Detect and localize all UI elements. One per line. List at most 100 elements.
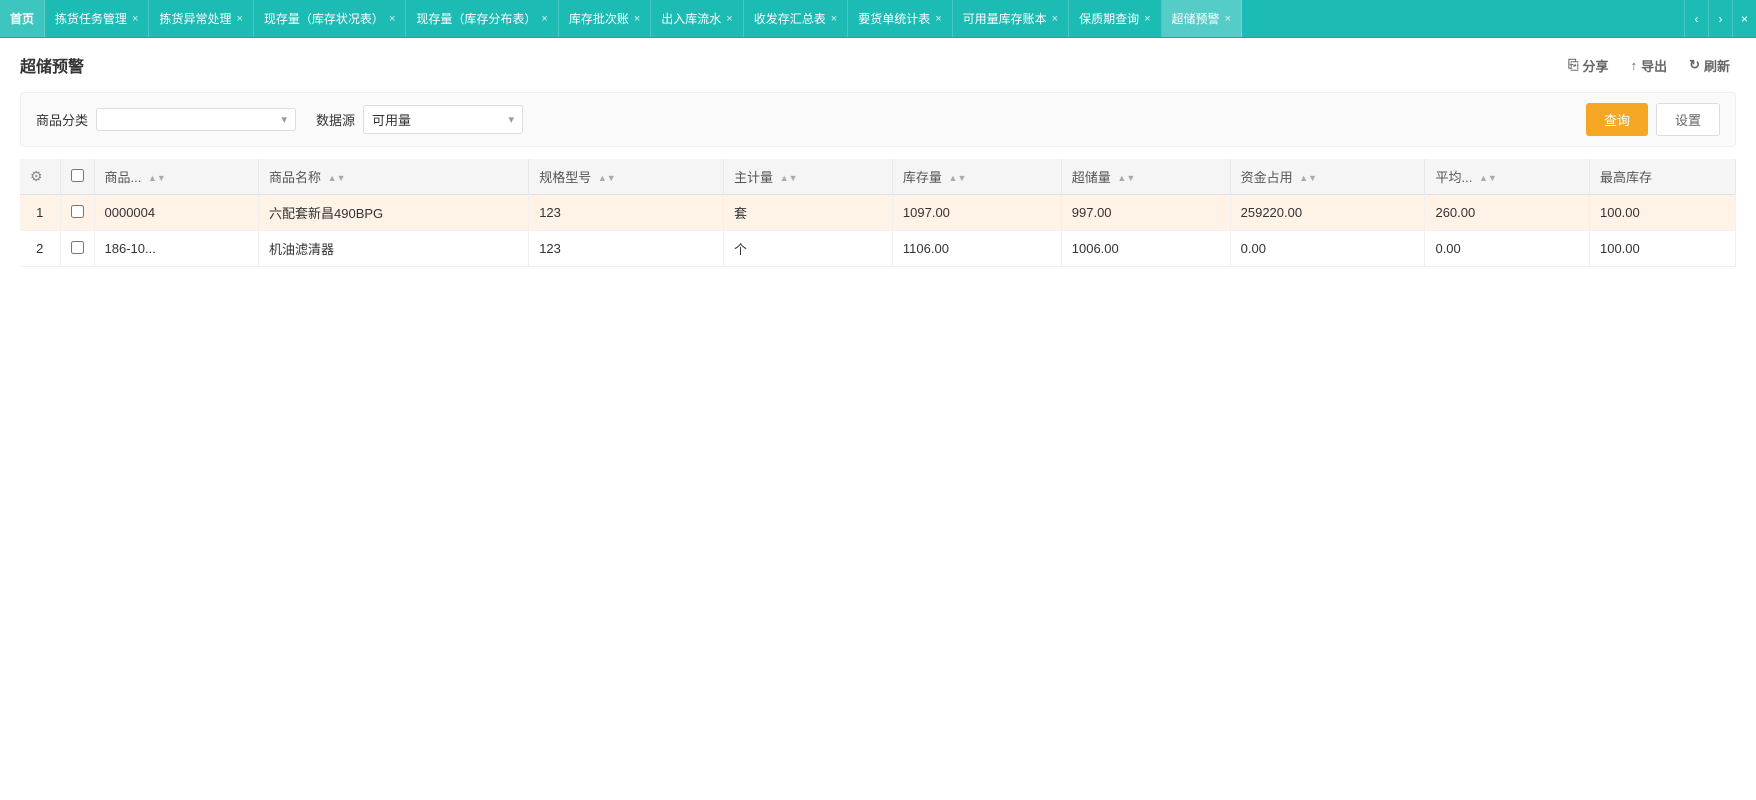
th-unit[interactable]: 主计量 ▲▼ — [724, 159, 893, 195]
nav-tab-available-label: 可用量库存账本 — [963, 10, 1047, 27]
th-overstock-label: 超储量 — [1072, 170, 1111, 185]
th-capital[interactable]: 资金占用 ▲▼ — [1230, 159, 1425, 195]
nav-tab-task[interactable]: 拣货任务管理 × — [45, 0, 149, 38]
nav-tab-abnormal[interactable]: 拣货异常处理 × — [149, 0, 253, 38]
share-icon: ⎘ — [1568, 57, 1578, 73]
sort-arrows-stock[interactable]: ▲▼ — [949, 174, 967, 183]
nav-tab-quality[interactable]: 保质期查询 × — [1069, 0, 1161, 38]
nav-tab-inout-close[interactable]: × — [726, 13, 732, 25]
row-max-stock-0: 100.00 — [1589, 195, 1735, 231]
nav-tab-abnormal-label: 拣货异常处理 — [159, 10, 231, 27]
page-actions: ⎘ 分享 ↑ 导出 ↻ 刷新 — [1562, 54, 1736, 77]
sort-arrows-avg[interactable]: ▲▼ — [1479, 174, 1497, 183]
export-label: 导出 — [1641, 56, 1667, 75]
th-settings: ⚙ — [20, 159, 60, 195]
th-overstock[interactable]: 超储量 ▲▼ — [1061, 159, 1230, 195]
page-content: 超储预警 ⎘ 分享 ↑ 导出 ↻ 刷新 商品分类 ▾ 数据源 — [0, 38, 1756, 282]
th-unit-label: 主计量 — [734, 170, 773, 185]
settings-button[interactable]: 设置 — [1656, 103, 1720, 136]
row-unit-1: 个 — [724, 231, 893, 267]
nav-tab-summary-label: 收发存汇总表 — [754, 10, 826, 27]
nav-tab-stock-status-close[interactable]: × — [389, 13, 395, 25]
nav-tab-stock-dist[interactable]: 现存量（库存分布表） × — [406, 0, 558, 38]
select-all-checkbox[interactable] — [71, 169, 84, 182]
nav-tab-available-close[interactable]: × — [1052, 13, 1058, 25]
gear-icon[interactable]: ⚙ — [30, 168, 43, 184]
nav-tab-abnormal-close[interactable]: × — [236, 13, 242, 25]
sort-arrows-overstock[interactable]: ▲▼ — [1117, 174, 1135, 183]
nav-tab-order-stats-label: 要货单统计表 — [858, 10, 930, 27]
datasource-value: 可用量 — [372, 110, 411, 129]
nav-tab-task-close[interactable]: × — [132, 13, 138, 25]
th-max-stock-label: 最高库存 — [1600, 170, 1652, 185]
nav-arrow-close[interactable]: × — [1732, 0, 1756, 38]
top-nav: 首页 拣货任务管理 × 拣货异常处理 × 现存量（库存状况表） × 现存量（库存… — [0, 0, 1756, 38]
export-button[interactable]: ↑ 导出 — [1625, 54, 1674, 77]
row-select-checkbox-1[interactable] — [71, 241, 84, 254]
filter-row: 商品分类 ▾ 数据源 可用量 ▾ 查询 设置 — [20, 92, 1736, 147]
page-title: 超储预警 — [20, 53, 84, 77]
nav-tab-home[interactable]: 首页 — [0, 0, 45, 38]
sort-arrows-product-code[interactable]: ▲▼ — [148, 174, 166, 183]
nav-tab-inout-label: 出入库流水 — [661, 10, 721, 27]
th-avg-label: 平均... — [1435, 170, 1472, 185]
nav-tab-overstock[interactable]: 超储预警 × — [1162, 0, 1242, 38]
th-product-name[interactable]: 商品名称 ▲▼ — [259, 159, 529, 195]
row-index-1: 2 — [20, 231, 60, 267]
row-select-checkbox-0[interactable] — [71, 205, 84, 218]
nav-tab-task-label: 拣货任务管理 — [55, 10, 127, 27]
sort-arrows-unit[interactable]: ▲▼ — [780, 174, 798, 183]
share-button[interactable]: ⎘ 分享 — [1562, 54, 1614, 77]
nav-arrow-left[interactable]: ‹ — [1684, 0, 1708, 38]
th-avg[interactable]: 平均... ▲▼ — [1425, 159, 1590, 195]
nav-tab-available[interactable]: 可用量库存账本 × — [953, 0, 1069, 38]
nav-arrows: ‹ › × — [1684, 0, 1756, 38]
nav-arrow-right[interactable]: › — [1708, 0, 1732, 38]
th-stock[interactable]: 库存量 ▲▼ — [892, 159, 1061, 195]
datasource-label: 数据源 — [316, 110, 355, 129]
refresh-button[interactable]: ↻ 刷新 — [1683, 54, 1736, 77]
sort-arrows-capital[interactable]: ▲▼ — [1299, 174, 1317, 183]
sort-arrows-spec[interactable]: ▲▼ — [598, 174, 616, 183]
table-body: 1 0000004 六配套新昌490BPG 123 套 1097.00 997.… — [20, 195, 1736, 267]
query-button[interactable]: 查询 — [1586, 103, 1648, 136]
th-max-stock[interactable]: 最高库存 — [1589, 159, 1735, 195]
nav-tab-stock-status[interactable]: 现存量（库存状况表） × — [254, 0, 406, 38]
nav-tab-stock-dist-close[interactable]: × — [541, 13, 547, 25]
row-capital-1: 0.00 — [1230, 231, 1425, 267]
row-stock-1: 1106.00 — [892, 231, 1061, 267]
nav-tab-overstock-close[interactable]: × — [1225, 13, 1231, 25]
datasource-select[interactable]: 可用量 ▾ — [363, 105, 523, 134]
nav-tab-quality-close[interactable]: × — [1144, 13, 1150, 25]
row-avg-1: 0.00 — [1425, 231, 1590, 267]
export-icon: ↑ — [1631, 58, 1638, 73]
row-checkbox-1 — [60, 231, 94, 267]
filter-buttons: 查询 设置 — [1586, 103, 1720, 136]
nav-tab-inout[interactable]: 出入库流水 × — [651, 0, 743, 38]
th-capital-label: 资金占用 — [1241, 170, 1293, 185]
nav-tab-batch-close[interactable]: × — [634, 13, 640, 25]
row-stock-0: 1097.00 — [892, 195, 1061, 231]
category-select[interactable]: ▾ — [96, 108, 296, 131]
nav-tab-order-stats[interactable]: 要货单统计表 × — [848, 0, 952, 38]
row-spec-1: 123 — [529, 231, 724, 267]
nav-tab-batch-label: 库存批次账 — [569, 10, 629, 27]
nav-tab-order-stats-close[interactable]: × — [935, 13, 941, 25]
nav-tab-summary[interactable]: 收发存汇总表 × — [744, 0, 848, 38]
row-checkbox-0 — [60, 195, 94, 231]
nav-tab-stock-status-label: 现存量（库存状况表） — [264, 10, 384, 27]
refresh-icon: ↻ — [1689, 57, 1700, 73]
nav-tab-summary-close[interactable]: × — [831, 13, 837, 25]
row-overstock-1: 1006.00 — [1061, 231, 1230, 267]
nav-tab-batch[interactable]: 库存批次账 × — [559, 0, 651, 38]
row-unit-0: 套 — [724, 195, 893, 231]
sort-arrows-product-name[interactable]: ▲▼ — [328, 174, 346, 183]
category-filter: 商品分类 ▾ — [36, 108, 296, 131]
category-label: 商品分类 — [36, 110, 88, 129]
row-product-code-1: 186-10... — [94, 231, 259, 267]
share-label: 分享 — [1583, 56, 1609, 75]
th-product-code[interactable]: 商品... ▲▼ — [94, 159, 259, 195]
chevron-down-icon: ▾ — [281, 113, 287, 126]
th-spec[interactable]: 规格型号 ▲▼ — [529, 159, 724, 195]
row-product-name-0: 六配套新昌490BPG — [259, 195, 529, 231]
